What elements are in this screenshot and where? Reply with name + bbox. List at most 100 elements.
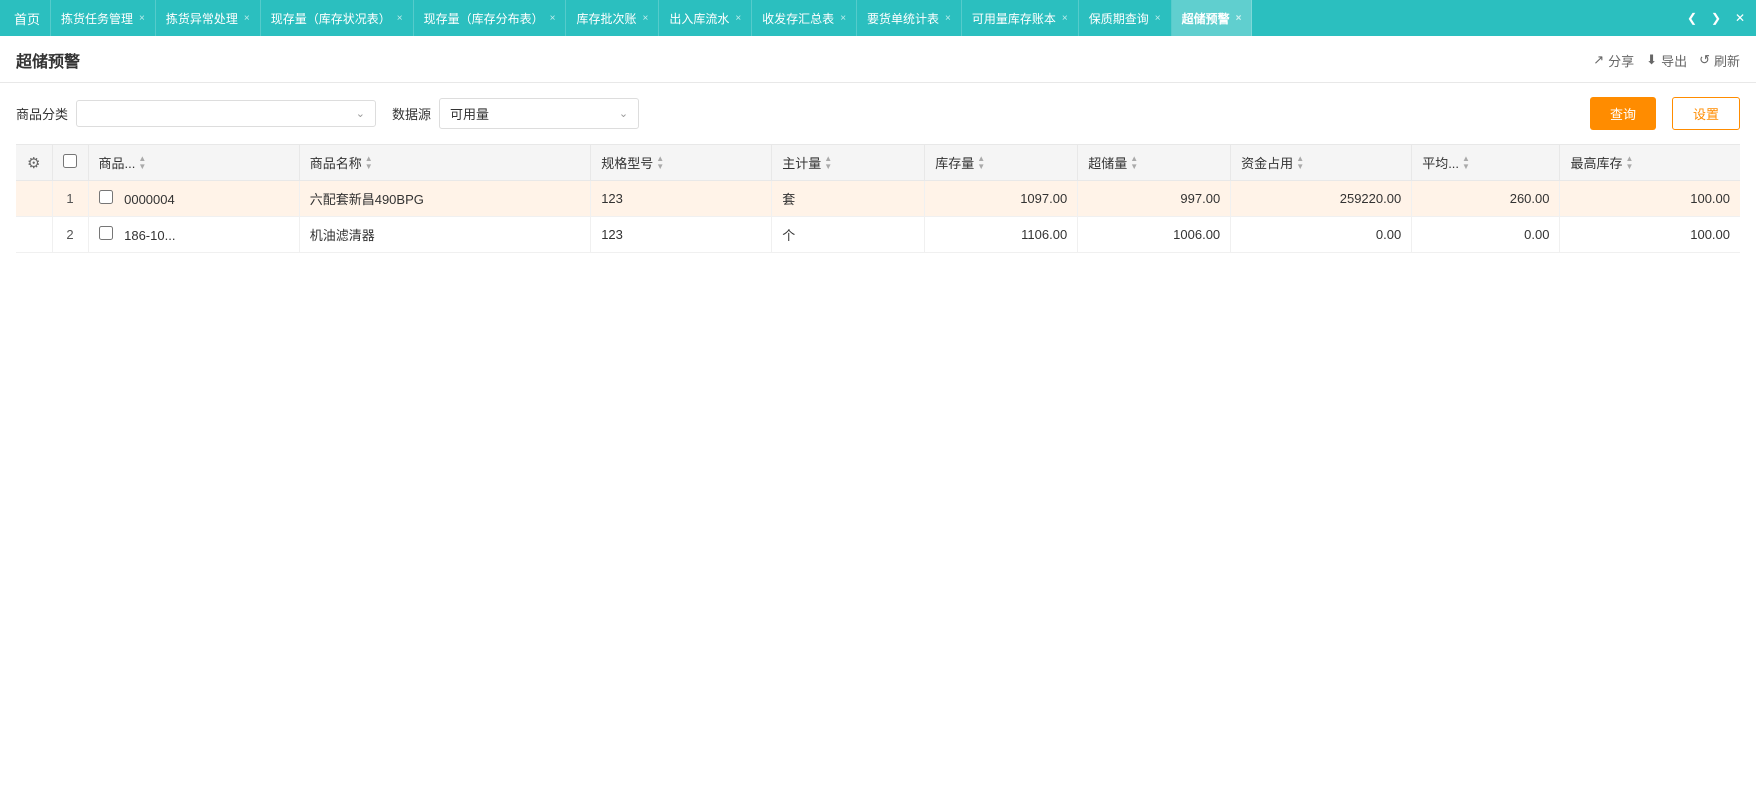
th-max-stock: 最高库存 ▲▼ bbox=[1560, 145, 1740, 181]
query-button[interactable]: 查询 bbox=[1590, 97, 1656, 130]
sort-icon-overstock: ▲▼ bbox=[1130, 155, 1138, 171]
nav-tab-inventory-status[interactable]: 现存量（库存状况表）× bbox=[261, 0, 414, 36]
close-tab-inout-flow-icon[interactable]: × bbox=[735, 13, 741, 24]
sort-icon-name: ▲▼ bbox=[365, 155, 373, 171]
row-gear-1 bbox=[16, 217, 52, 253]
nav-tab-recv-summary[interactable]: 收发存汇总表× bbox=[752, 0, 857, 36]
datasource-label: 数据源 bbox=[392, 104, 431, 123]
nav-tab-task-mgmt[interactable]: 拣货任务管理× bbox=[51, 0, 156, 36]
nav-tab-available-ledger[interactable]: 可用量库存账本× bbox=[962, 0, 1079, 36]
sort-icon-code: ▲▼ bbox=[138, 155, 146, 171]
datasource-select[interactable]: 可用量 ⌄ bbox=[439, 98, 639, 129]
nav-next-button[interactable]: ❯ bbox=[1704, 0, 1728, 36]
table-header-row: ⚙ 商品... ▲▼ 商品名称 ▲▼ bbox=[16, 145, 1740, 181]
sort-icon-stock: ▲▼ bbox=[977, 155, 985, 171]
th-spec: 规格型号 ▲▼ bbox=[591, 145, 772, 181]
share-button[interactable]: ↗ 分享 bbox=[1593, 51, 1634, 70]
table-row: 2 186-10... 机油滤清器 123 个 1106.00 1006.00 … bbox=[16, 217, 1740, 253]
row-unit-0: 套 bbox=[772, 181, 925, 217]
export-icon: ⬇ bbox=[1646, 52, 1657, 68]
th-capital: 资金占用 ▲▼ bbox=[1231, 145, 1412, 181]
table-gear-icon[interactable]: ⚙ bbox=[27, 155, 40, 172]
close-tab-overstock-alert-icon[interactable]: × bbox=[1236, 13, 1242, 24]
row-seq-0: 1 bbox=[52, 181, 88, 217]
page-title: 超储预警 bbox=[16, 48, 80, 72]
nav-tab-order-stats[interactable]: 要货单统计表× bbox=[857, 0, 962, 36]
close-tab-order-stats-icon[interactable]: × bbox=[945, 13, 951, 24]
row-max-stock-0: 100.00 bbox=[1560, 181, 1740, 217]
th-avg: 平均... ▲▼ bbox=[1412, 145, 1560, 181]
category-select[interactable]: ⌄ bbox=[76, 100, 376, 127]
row-name-1: 机油滤清器 bbox=[299, 217, 590, 253]
sort-icon-spec: ▲▼ bbox=[656, 155, 664, 171]
row-code-1: 186-10... bbox=[88, 217, 299, 253]
nav-tab-inout-flow[interactable]: 出入库流水× bbox=[659, 0, 752, 36]
th-unit: 主计量 ▲▼ bbox=[772, 145, 925, 181]
row-spec-1: 123 bbox=[591, 217, 772, 253]
export-button[interactable]: ⬇ 导出 bbox=[1646, 51, 1687, 70]
row-code-0: 0000004 bbox=[88, 181, 299, 217]
th-checkbox bbox=[52, 145, 88, 181]
header-actions: ↗ 分享 ⬇ 导出 ↺ 刷新 bbox=[1593, 51, 1740, 70]
row-overstock-1: 1006.00 bbox=[1078, 217, 1231, 253]
row-unit-1: 个 bbox=[772, 217, 925, 253]
category-chevron-icon: ⌄ bbox=[356, 107, 365, 120]
nav-tab-abnormal[interactable]: 拣货异常处理× bbox=[156, 0, 261, 36]
nav-tab-batch[interactable]: 库存批次账× bbox=[566, 0, 659, 36]
datasource-chevron-icon: ⌄ bbox=[619, 107, 628, 120]
row-stock-0: 1097.00 bbox=[925, 181, 1078, 217]
category-label: 商品分类 bbox=[16, 104, 68, 123]
close-tab-task-mgmt-icon[interactable]: × bbox=[139, 13, 145, 24]
row-overstock-0: 997.00 bbox=[1078, 181, 1231, 217]
nav-tab-home[interactable]: 首页 bbox=[4, 0, 51, 36]
sort-icon-max-stock: ▲▼ bbox=[1626, 155, 1634, 171]
th-overstock: 超储量 ▲▼ bbox=[1078, 145, 1231, 181]
table-row: 1 0000004 六配套新昌490BPG 123 套 1097.00 997.… bbox=[16, 181, 1740, 217]
close-tab-inventory-status-icon[interactable]: × bbox=[397, 13, 403, 24]
close-tab-recv-summary-icon[interactable]: × bbox=[840, 13, 846, 24]
th-code: 商品... ▲▼ bbox=[88, 145, 299, 181]
row-checkbox-1[interactable] bbox=[99, 226, 113, 240]
th-name: 商品名称 ▲▼ bbox=[299, 145, 590, 181]
nav-tab-overstock-alert[interactable]: 超储预警× bbox=[1172, 0, 1253, 36]
top-navigation: 首页拣货任务管理×拣货异常处理×现存量（库存状况表）×现存量（库存分布表）×库存… bbox=[0, 0, 1756, 36]
close-tab-abnormal-icon[interactable]: × bbox=[244, 13, 250, 24]
category-select-value bbox=[87, 106, 91, 121]
row-capital-1: 0.00 bbox=[1231, 217, 1412, 253]
nav-arrows: ❮ ❯ ✕ bbox=[1680, 0, 1752, 36]
row-avg-1: 0.00 bbox=[1412, 217, 1560, 253]
row-seq-1: 2 bbox=[52, 217, 88, 253]
nav-tab-quality-check[interactable]: 保质期查询× bbox=[1079, 0, 1172, 36]
nav-prev-button[interactable]: ❮ bbox=[1680, 0, 1704, 36]
data-table: ⚙ 商品... ▲▼ 商品名称 ▲▼ bbox=[16, 144, 1740, 253]
row-gear-0 bbox=[16, 181, 52, 217]
datasource-select-value: 可用量 bbox=[450, 104, 489, 123]
close-tab-batch-icon[interactable]: × bbox=[642, 13, 648, 24]
th-gear: ⚙ bbox=[16, 145, 52, 181]
close-tab-inventory-dist-icon[interactable]: × bbox=[550, 13, 556, 24]
nav-close-button[interactable]: ✕ bbox=[1728, 0, 1752, 36]
refresh-button[interactable]: ↺ 刷新 bbox=[1699, 51, 1740, 70]
settings-button[interactable]: 设置 bbox=[1672, 97, 1740, 130]
close-tab-available-ledger-icon[interactable]: × bbox=[1062, 13, 1068, 24]
row-checkbox-0[interactable] bbox=[99, 190, 113, 204]
select-all-checkbox[interactable] bbox=[63, 154, 77, 168]
sort-icon-capital: ▲▼ bbox=[1296, 155, 1304, 171]
share-icon: ↗ bbox=[1593, 52, 1604, 68]
th-stock: 库存量 ▲▼ bbox=[925, 145, 1078, 181]
category-filter: 商品分类 ⌄ bbox=[16, 100, 376, 127]
datasource-filter: 数据源 可用量 ⌄ bbox=[392, 98, 639, 129]
nav-tab-inventory-dist[interactable]: 现存量（库存分布表）× bbox=[414, 0, 567, 36]
page-header: 超储预警 ↗ 分享 ⬇ 导出 ↺ 刷新 bbox=[0, 36, 1756, 83]
row-spec-0: 123 bbox=[591, 181, 772, 217]
sort-icon-unit: ▲▼ bbox=[824, 155, 832, 171]
refresh-icon: ↺ bbox=[1699, 52, 1710, 68]
filter-bar: 商品分类 ⌄ 数据源 可用量 ⌄ 查询 设置 bbox=[0, 83, 1756, 144]
row-capital-0: 259220.00 bbox=[1231, 181, 1412, 217]
close-tab-quality-check-icon[interactable]: × bbox=[1155, 13, 1161, 24]
row-avg-0: 260.00 bbox=[1412, 181, 1560, 217]
row-stock-1: 1106.00 bbox=[925, 217, 1078, 253]
row-name-0: 六配套新昌490BPG bbox=[299, 181, 590, 217]
page-content: 超储预警 ↗ 分享 ⬇ 导出 ↺ 刷新 商品分类 ⌄ 数据源 bbox=[0, 36, 1756, 800]
table-container: ⚙ 商品... ▲▼ 商品名称 ▲▼ bbox=[0, 144, 1756, 253]
